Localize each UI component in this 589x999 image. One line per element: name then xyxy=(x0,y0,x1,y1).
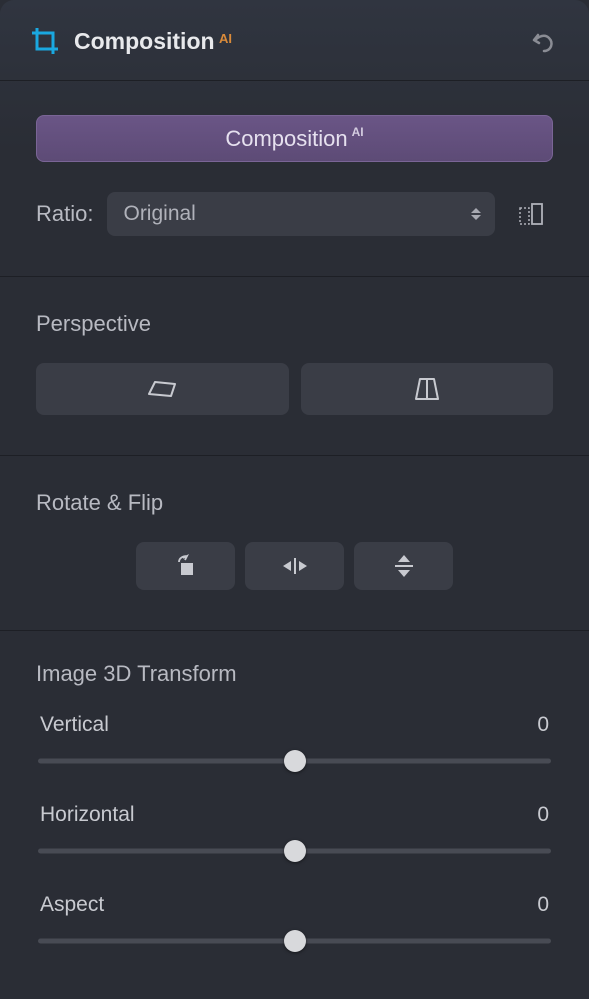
horizontal-slider[interactable] xyxy=(38,841,551,861)
rotate-aspect-button[interactable] xyxy=(509,192,553,236)
ratio-row: Ratio: Original xyxy=(36,192,553,236)
transform-section: Image 3D Transform Vertical 0 Horizontal… xyxy=(0,631,589,991)
rotate-icon xyxy=(173,553,199,579)
composition-section: Composition AI Ratio: Original xyxy=(0,81,589,277)
rotate-flip-title: Rotate & Flip xyxy=(36,490,553,516)
panel-header: Composition AI xyxy=(0,0,589,81)
vertical-slider[interactable] xyxy=(38,751,551,771)
flip-horizontal-icon xyxy=(280,555,310,577)
ratio-label: Ratio: xyxy=(36,201,93,227)
vertical-slider-group: Vertical 0 xyxy=(38,713,551,771)
composition-ai-button[interactable]: Composition AI xyxy=(36,115,553,162)
crop-icon xyxy=(30,26,60,56)
flip-vertical-icon xyxy=(392,553,416,579)
horizontal-slider-value: 0 xyxy=(537,803,549,827)
aspect-slider[interactable] xyxy=(38,931,551,951)
ratio-select[interactable]: Original xyxy=(107,192,495,236)
undo-button[interactable] xyxy=(525,24,559,58)
perspective-vertical-icon xyxy=(412,375,442,403)
transform-sliders: Vertical 0 Horizontal 0 xyxy=(36,713,553,951)
rotate-button[interactable] xyxy=(136,542,235,590)
aspect-slider-group: Aspect 0 xyxy=(38,893,551,951)
undo-icon xyxy=(527,26,557,56)
perspective-horizontal-icon xyxy=(145,376,179,402)
slider-thumb[interactable] xyxy=(284,750,306,772)
aspect-slider-label: Aspect xyxy=(40,893,104,917)
slider-header: Horizontal 0 xyxy=(38,803,551,827)
composition-button-label: Composition xyxy=(225,126,347,152)
header-title-group: Composition AI xyxy=(74,28,232,55)
slider-thumb[interactable] xyxy=(284,930,306,952)
slider-header: Aspect 0 xyxy=(38,893,551,917)
flip-horizontal-button[interactable] xyxy=(245,542,344,590)
slider-thumb[interactable] xyxy=(284,840,306,862)
rotate-aspect-icon xyxy=(517,200,545,228)
vertical-slider-label: Vertical xyxy=(40,713,109,737)
composition-button-ai-badge: AI xyxy=(352,125,364,139)
rotate-flip-buttons xyxy=(36,542,553,590)
perspective-title: Perspective xyxy=(36,311,553,337)
chevron-up-down-icon xyxy=(471,208,481,220)
perspective-horizontal-button[interactable] xyxy=(36,363,289,415)
slider-header: Vertical 0 xyxy=(38,713,551,737)
composition-panel: Composition AI Composition AI Ratio: Ori… xyxy=(0,0,589,999)
header-left: Composition AI xyxy=(30,26,232,56)
vertical-slider-value: 0 xyxy=(537,713,549,737)
transform-title: Image 3D Transform xyxy=(36,661,553,687)
horizontal-slider-group: Horizontal 0 xyxy=(38,803,551,861)
ratio-value: Original xyxy=(123,202,195,226)
rotate-flip-section: Rotate & Flip xyxy=(0,456,589,631)
horizontal-slider-label: Horizontal xyxy=(40,803,135,827)
perspective-vertical-button[interactable] xyxy=(301,363,554,415)
flip-vertical-button[interactable] xyxy=(354,542,453,590)
perspective-buttons xyxy=(36,363,553,415)
ai-badge: AI xyxy=(219,31,232,46)
perspective-section: Perspective xyxy=(0,277,589,456)
panel-title: Composition xyxy=(74,28,215,54)
aspect-slider-value: 0 xyxy=(537,893,549,917)
